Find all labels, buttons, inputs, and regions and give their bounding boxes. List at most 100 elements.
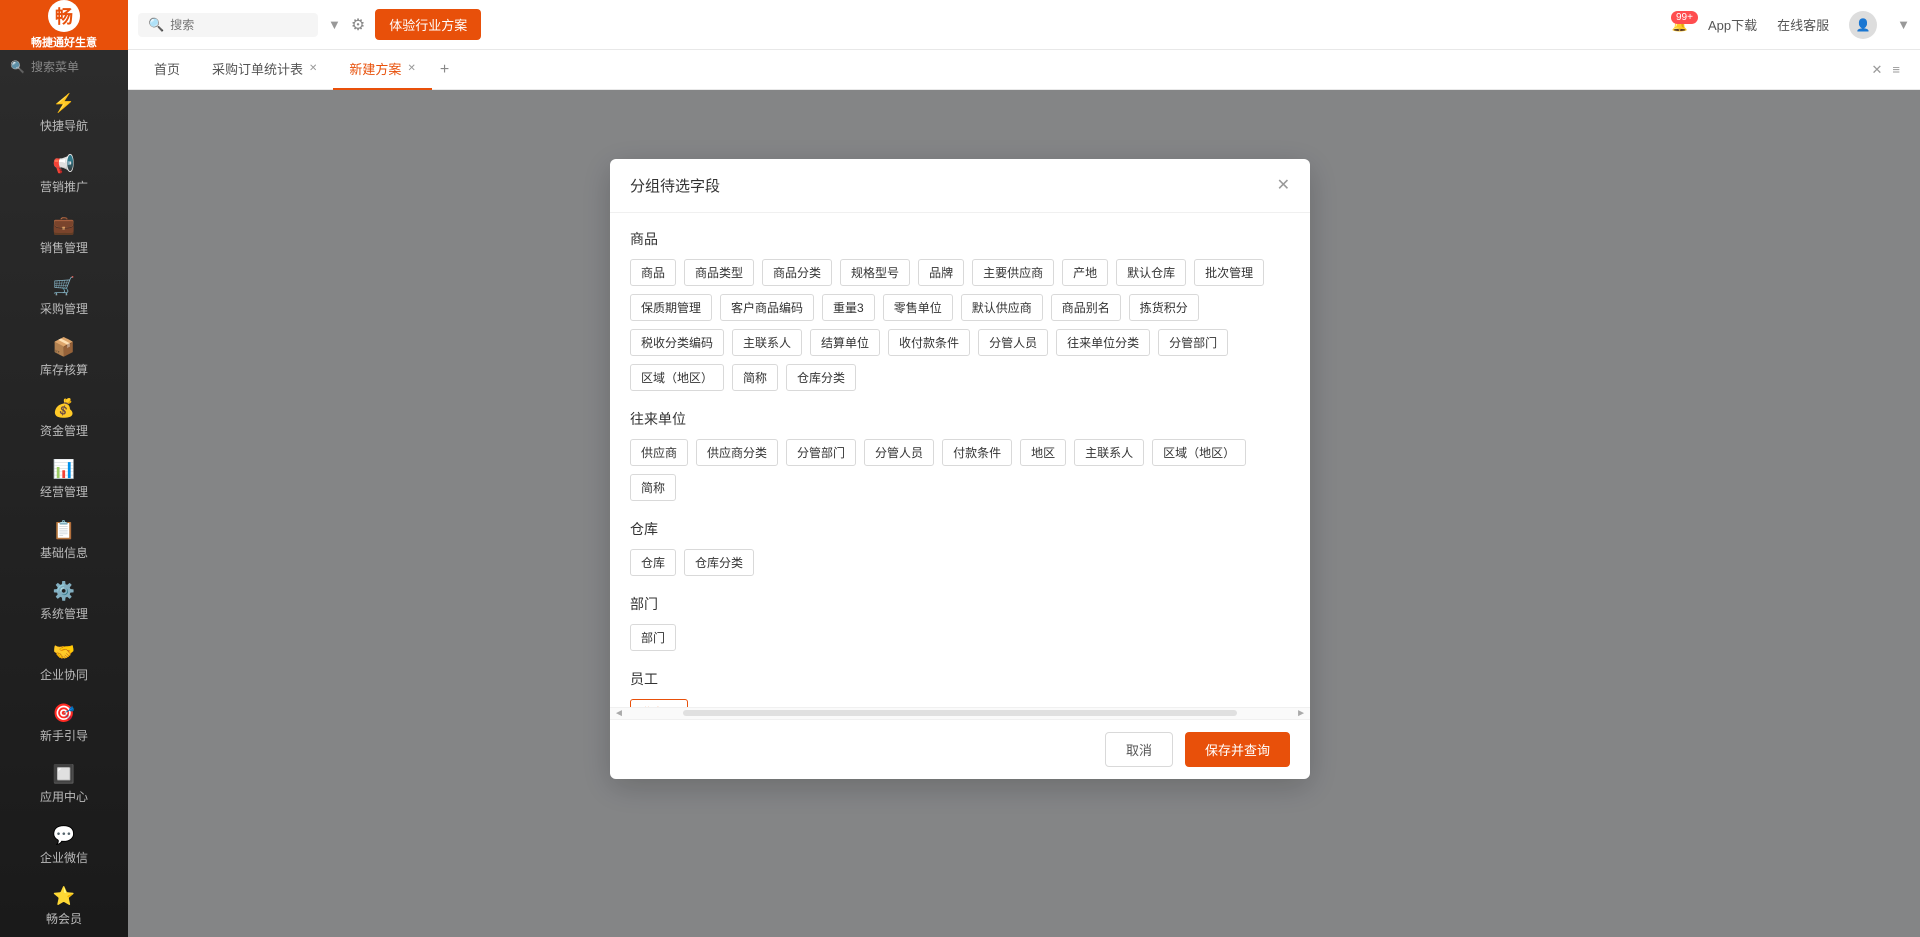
field-tag-supplier[interactable]: 供应商: [630, 439, 688, 466]
avatar-icon: 👤: [1856, 18, 1871, 32]
field-tag-supervisor[interactable]: 分管人员: [978, 329, 1048, 356]
field-tag-brand[interactable]: 品牌: [918, 259, 964, 286]
sidebar-item-marketing[interactable]: 📢 营销推广: [0, 144, 128, 205]
trial-button[interactable]: 体验行业方案: [375, 9, 481, 40]
field-tag-warehouse-category[interactable]: 仓库分类: [786, 364, 856, 391]
sidebar-item-guide[interactable]: 🎯 新手引导: [0, 693, 128, 754]
modal-footer: 取消 保存并查询: [610, 719, 1310, 779]
modal-close-button[interactable]: ✕: [1277, 175, 1290, 195]
field-tag-default-supplier[interactable]: 默认供应商: [961, 294, 1043, 321]
modal-hscrollbar[interactable]: ◄ ►: [610, 707, 1310, 719]
sidebar-search[interactable]: 🔍 搜索菜单: [0, 50, 128, 83]
app-download-link[interactable]: App下载: [1708, 15, 1757, 34]
section-staff-title: 员工: [630, 669, 1290, 689]
sidebar-item-enterprise[interactable]: 🤝 企业协同: [0, 632, 128, 693]
avatar[interactable]: 👤: [1849, 11, 1877, 39]
field-tag-warehouse-type[interactable]: 仓库分类: [684, 549, 754, 576]
section-partner-title: 往来单位: [630, 409, 1290, 429]
field-tag-product-category[interactable]: 商品分类: [762, 259, 832, 286]
purchase-icon: 🛒: [53, 276, 75, 297]
section-partner: 往来单位 供应商 供应商分类 分管部门 分管人员 付款条件 地区 主联系人 区域…: [630, 409, 1290, 501]
tab-new-plan[interactable]: 新建方案 ✕: [333, 50, 431, 90]
field-tag-partner-short-name[interactable]: 简称: [630, 474, 676, 501]
sidebar-item-quick-nav[interactable]: ⚡ 快捷导航: [0, 83, 128, 144]
field-tag-main-contact[interactable]: 主联系人: [732, 329, 802, 356]
inventory-icon: 📦: [53, 337, 75, 358]
field-tag-settlement-unit[interactable]: 结算单位: [810, 329, 880, 356]
sidebar-item-system[interactable]: ⚙️ 系统管理: [0, 571, 128, 632]
field-tag-supplier-category[interactable]: 供应商分类: [696, 439, 778, 466]
sidebar-item-member[interactable]: ⭐ 畅会员: [0, 876, 128, 937]
sidebar-item-sales[interactable]: 💼 销售管理: [0, 205, 128, 266]
field-tag-partner-category[interactable]: 往来单位分类: [1056, 329, 1150, 356]
online-service-link[interactable]: 在线客服: [1777, 15, 1829, 34]
field-tag-partner-supervisor[interactable]: 分管人员: [864, 439, 934, 466]
section-product: 商品 商品 商品类型 商品分类 规格型号 品牌 主要供应商 产地 默认仓库 批次…: [630, 229, 1290, 391]
field-tag-retail-unit[interactable]: 零售单位: [883, 294, 953, 321]
tab-close-purchase[interactable]: ✕: [309, 63, 317, 74]
field-tag-department[interactable]: 部门: [630, 624, 676, 651]
field-tag-short-name[interactable]: 简称: [732, 364, 778, 391]
field-tag-default-warehouse[interactable]: 默认仓库: [1116, 259, 1186, 286]
field-tag-payment-condition[interactable]: 付款条件: [942, 439, 1012, 466]
field-tag-expiry-manage[interactable]: 保质期管理: [630, 294, 712, 321]
field-tag-batch-manage[interactable]: 批次管理: [1194, 259, 1264, 286]
header-search-box[interactable]: 🔍: [138, 13, 318, 37]
field-tag-origin[interactable]: 产地: [1062, 259, 1108, 286]
tab-bar-more[interactable]: ≡: [1892, 62, 1900, 78]
section-warehouse-title: 仓库: [630, 519, 1290, 539]
field-tag-partner-area[interactable]: 区域（地区）: [1152, 439, 1246, 466]
cancel-button[interactable]: 取消: [1105, 732, 1173, 767]
sidebar-item-purchase[interactable]: 🛒 采购管理: [0, 266, 128, 327]
notification-badge: 99+: [1671, 11, 1698, 24]
field-tag-partner-main-contact[interactable]: 主联系人: [1074, 439, 1144, 466]
field-tag-customer-code[interactable]: 客户商品编码: [720, 294, 814, 321]
field-tag-partner-manage-dept[interactable]: 分管部门: [786, 439, 856, 466]
search-icon: 🔍: [10, 60, 25, 74]
field-tag-area-region[interactable]: 区域（地区）: [630, 364, 724, 391]
field-tag-salesperson[interactable]: 业务员: [630, 699, 688, 707]
dropdown-arrow-icon[interactable]: ▼: [328, 17, 341, 32]
field-tag-product-alias[interactable]: 商品别名: [1051, 294, 1121, 321]
tab-bar-close[interactable]: ✕: [1872, 62, 1883, 78]
gear-settings-icon[interactable]: ⚙: [351, 15, 365, 35]
staff-field-tags: 业务员: [630, 699, 1290, 707]
operation-icon: 📊: [53, 459, 75, 480]
sidebar-item-inventory[interactable]: 📦 库存核算: [0, 327, 128, 388]
hscroll-thumb[interactable]: [683, 710, 1237, 716]
section-product-title: 商品: [630, 229, 1290, 249]
header-search-input[interactable]: [170, 18, 290, 32]
confirm-button[interactable]: 保存并查询: [1185, 732, 1290, 767]
field-tag-payment-terms[interactable]: 收付款条件: [888, 329, 970, 356]
sidebar-item-finance[interactable]: 💰 资金管理: [0, 388, 128, 449]
field-tag-main-supplier[interactable]: 主要供应商: [972, 259, 1054, 286]
modal-body: 商品 商品 商品类型 商品分类 规格型号 品牌 主要供应商 产地 默认仓库 批次…: [610, 213, 1310, 707]
field-tag-manage-dept[interactable]: 分管部门: [1158, 329, 1228, 356]
field-tag-product-type[interactable]: 商品类型: [684, 259, 754, 286]
wechat-icon: 💬: [53, 825, 75, 846]
sidebar-item-app-center[interactable]: 🔲 应用中心: [0, 754, 128, 815]
marketing-icon: 📢: [53, 154, 75, 175]
field-tag-warehouse[interactable]: 仓库: [630, 549, 676, 576]
sales-icon: 💼: [53, 215, 75, 236]
tab-home[interactable]: 首页: [138, 50, 196, 90]
tab-close-new-plan[interactable]: ✕: [407, 63, 415, 74]
field-tag-product[interactable]: 商品: [630, 259, 676, 286]
user-dropdown-arrow[interactable]: ▼: [1897, 17, 1910, 32]
field-tag-weight[interactable]: 重量3: [822, 294, 875, 321]
field-tag-district[interactable]: 地区: [1020, 439, 1066, 466]
sidebar-item-operation[interactable]: 📊 经营管理: [0, 449, 128, 510]
field-tag-pick-points[interactable]: 拣货积分: [1129, 294, 1199, 321]
field-tag-tax-code[interactable]: 税收分类编码: [630, 329, 724, 356]
sidebar-item-base-info[interactable]: 📋 基础信息: [0, 510, 128, 571]
sidebar-item-wechat[interactable]: 💬 企业微信: [0, 815, 128, 876]
system-icon: ⚙️: [53, 581, 75, 602]
warehouse-field-tags: 仓库 仓库分类: [630, 549, 1290, 576]
tab-add-button[interactable]: +: [432, 61, 457, 79]
field-tag-spec-model[interactable]: 规格型号: [840, 259, 910, 286]
app-logo: 畅 畅捷通好生意: [0, 0, 128, 50]
tab-purchase-stats[interactable]: 采购订单统计表 ✕: [196, 50, 333, 90]
base-info-icon: 📋: [53, 520, 75, 541]
sidebar: 畅 畅捷通好生意 🔍 搜索菜单 ⚡ 快捷导航 📢 营销推广 💼 销售管理 🛒 采…: [0, 0, 128, 937]
notification-wrap[interactable]: 🔔 99+: [1672, 17, 1688, 33]
